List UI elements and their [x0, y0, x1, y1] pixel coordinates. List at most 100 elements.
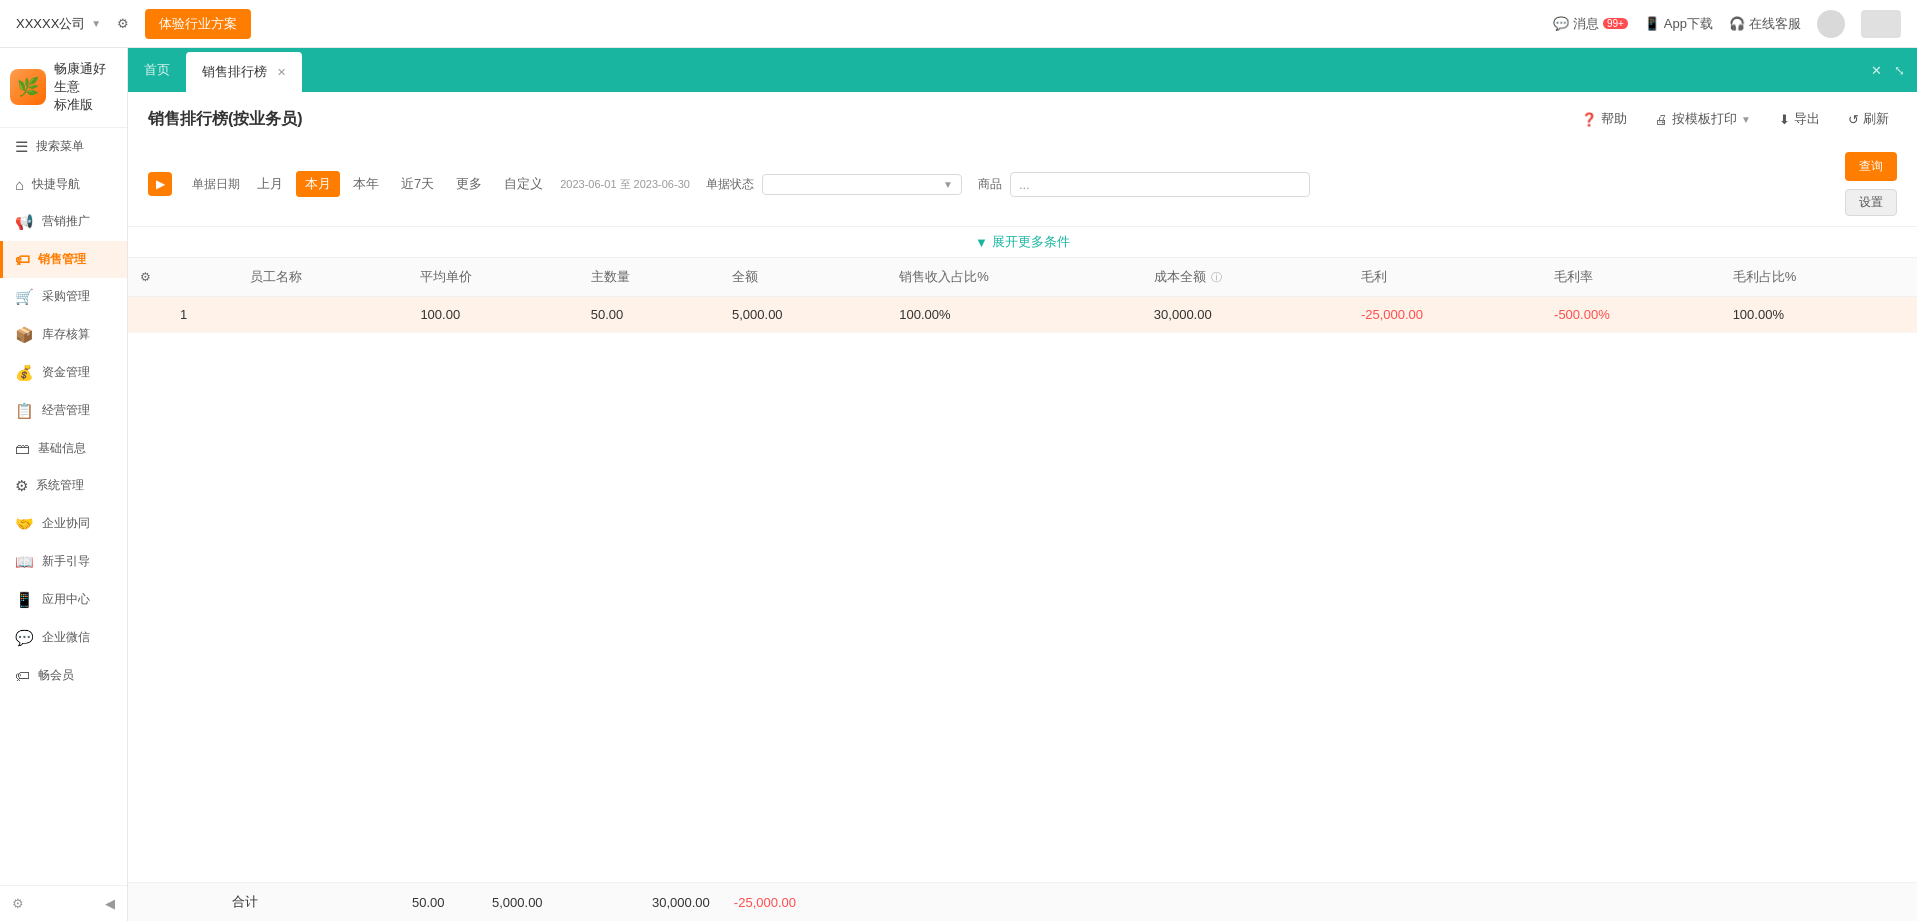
filter-date-item: 单据日期 上月 本月 本年 近7天 [192, 171, 690, 197]
date-tab-last-month[interactable]: 上月 [248, 171, 292, 197]
company-selector[interactable]: XXXXX公司 ▼ [16, 15, 101, 33]
cell-avg-price: 100.00 [408, 297, 578, 333]
marketing-icon: 📢 [15, 213, 34, 231]
filter-goods-item: 商品 ... [978, 172, 1310, 197]
cell-gross-rate: -500.00% [1542, 297, 1721, 333]
table-body: 1 100.00 50.00 5,000.00 100.00% 30,000.0… [128, 297, 1917, 333]
footer-cost: 30,000.00 [640, 895, 722, 910]
date-tab-this-year[interactable]: 本年 [344, 171, 388, 197]
sidebar-item-system-mgmt[interactable]: ⚙ 系统管理 [0, 467, 127, 505]
sidebar: 🌿 畅康通好生意 标准版 ☰ 搜索菜单 ⌂ 快捷导航 📢 营销推广 🏷 销售管理… [0, 48, 128, 921]
col-name: 员工名称 [238, 258, 408, 297]
cell-name [238, 297, 408, 333]
refresh-button[interactable]: ↺ 刷新 [1840, 106, 1897, 132]
query-button[interactable]: 查询 [1845, 152, 1897, 181]
cell-gross-pct: 100.00% [1721, 297, 1917, 333]
basic-info-icon: 🗃 [15, 440, 30, 457]
sidebar-item-basic-info[interactable]: 🗃 基础信息 [0, 430, 127, 467]
help-icon: ❓ [1581, 112, 1597, 127]
help-button[interactable]: ❓ 帮助 [1573, 106, 1635, 132]
app-center-icon: 📱 [15, 591, 34, 609]
sidebar-item-inventory[interactable]: 📦 库存核算 [0, 316, 127, 354]
page-actions: ❓ 帮助 🖨 按模板打印 ▼ ⬇ 导出 ↺ 刷新 [1573, 106, 1897, 132]
expand-row: ▼ 展开更多条件 [128, 227, 1917, 258]
sidebar-item-quick-nav[interactable]: ⌂ 快捷导航 [0, 166, 127, 203]
system-mgmt-icon: ⚙ [15, 477, 28, 495]
sidebar-item-purchase-mgmt[interactable]: 🛒 采购管理 [0, 278, 127, 316]
header-right: 💬 消息 99+ 📱 App下载 🎧 在线客服 [1553, 10, 1901, 38]
tab-close-all-icon[interactable]: ✕ [1871, 63, 1882, 78]
col-avg-price: 平均单价 [408, 258, 578, 297]
table-section: ⚙ 员工名称 平均单价 主数量 全额 销售收入占比% 成本全额 ⓘ [128, 258, 1917, 921]
member-icon: 🏷 [15, 667, 30, 684]
cell-main-qty: 50.00 [579, 297, 720, 333]
status-select[interactable]: ▼ [762, 174, 962, 195]
date-tab-7days[interactable]: 近7天 [392, 171, 443, 197]
tab-bar-right: ✕ ⤡ [1871, 63, 1917, 78]
trial-button[interactable]: 体验行业方案 [145, 9, 251, 39]
page-content: 销售排行榜(按业务员) ❓ 帮助 🖨 按模板打印 ▼ ⬇ 导出 [128, 92, 1917, 921]
message-icon: 💬 [1553, 16, 1569, 31]
sidebar-item-sales-mgmt[interactable]: 🏷 销售管理 [0, 241, 127, 278]
sidebar-item-search-order[interactable]: ☰ 搜索菜单 [0, 128, 127, 166]
expand-more-btn[interactable]: ▼ 展开更多条件 [975, 233, 1070, 251]
cell-sales-pct: 100.00% [887, 297, 1142, 333]
goods-filter-label: 商品 [978, 176, 1002, 193]
message-badge: 99+ [1603, 18, 1628, 29]
sidebar-item-fund-mgmt[interactable]: 💰 资金管理 [0, 354, 127, 392]
beginner-guide-icon: 📖 [15, 553, 34, 571]
date-tab-this-month[interactable]: 本月 [296, 171, 340, 197]
avatar[interactable] [1817, 10, 1845, 38]
cell-rank: 1 [168, 297, 238, 333]
print-button[interactable]: 🖨 按模板打印 ▼ [1647, 106, 1759, 132]
print-icon: 🖨 [1655, 112, 1668, 127]
tab-expand-icon[interactable]: ⤡ [1894, 63, 1905, 78]
status-chevron-icon: ▼ [943, 179, 953, 190]
online-service-item[interactable]: 🎧 在线客服 [1729, 15, 1801, 33]
col-cost: 成本全额 ⓘ [1142, 258, 1349, 297]
sidebar-item-ops-mgmt[interactable]: 📋 经营管理 [0, 392, 127, 430]
export-button[interactable]: ⬇ 导出 [1771, 106, 1828, 132]
sidebar-bottom: ⚙ ◀ [0, 885, 127, 921]
tab-close-icon[interactable]: ✕ [277, 66, 286, 79]
sidebar-collapse-icon[interactable]: ◀ [105, 896, 115, 911]
filter-row-main: ▶ 单据日期 上月 本月 本年 [148, 152, 1897, 216]
sidebar-settings-icon[interactable]: ⚙ [12, 896, 24, 911]
col-settings[interactable]: ⚙ [128, 258, 168, 297]
table-header-row: ⚙ 员工名称 平均单价 主数量 全额 销售收入占比% 成本全额 ⓘ [128, 258, 1917, 297]
fund-mgmt-icon: 💰 [15, 364, 34, 382]
cell-settings [128, 297, 168, 333]
footer-amount: 5,000.00 [480, 895, 560, 910]
settings-button[interactable]: 设置 [1845, 189, 1897, 216]
sidebar-item-member[interactable]: 🏷 畅会员 [0, 657, 127, 694]
sidebar-item-app-center[interactable]: 📱 应用中心 [0, 581, 127, 619]
footer-label: 合计 [220, 893, 320, 911]
date-tab-more[interactable]: 更多 [447, 171, 491, 197]
sidebar-item-marketing[interactable]: 📢 营销推广 [0, 203, 127, 241]
col-rank [168, 258, 238, 297]
cell-amount: 5,000.00 [720, 297, 887, 333]
user-name-placeholder [1861, 10, 1901, 38]
tab-sales-ranking[interactable]: 销售排行榜 ✕ [186, 52, 302, 92]
tab-home[interactable]: 首页 [128, 48, 186, 92]
message-label: 消息 [1573, 15, 1599, 33]
logo-icon: 🌿 [10, 69, 46, 105]
filter-status-item: 单据状态 ▼ [706, 174, 962, 195]
app-download-item[interactable]: 📱 App下载 [1644, 15, 1713, 33]
sidebar-item-enterprise-wechat[interactable]: 💬 企业微信 [0, 619, 127, 657]
expand-more-icon: ▼ [975, 235, 988, 250]
company-name: XXXXX公司 [16, 15, 85, 33]
sidebar-item-enterprise-collab[interactable]: 🤝 企业协同 [0, 505, 127, 543]
filter-section: ▶ 单据日期 上月 本月 本年 [128, 142, 1917, 227]
date-tab-custom[interactable]: 自定义 [495, 171, 552, 197]
tab-bar: 首页 销售排行榜 ✕ ✕ ⤡ [128, 48, 1917, 92]
phone-icon: 📱 [1644, 16, 1660, 31]
top-header: XXXXX公司 ▼ ⚙ 体验行业方案 💬 消息 99+ 📱 App下载 🎧 在线… [0, 0, 1917, 48]
filter-expand-arrow[interactable]: ▶ [148, 172, 172, 196]
page-title: 销售排行榜(按业务员) [148, 109, 303, 130]
message-item[interactable]: 💬 消息 99+ [1553, 15, 1628, 33]
sidebar-item-beginner-guide[interactable]: 📖 新手引导 [0, 543, 127, 581]
settings-icon[interactable]: ⚙ [109, 10, 137, 38]
goods-select[interactable]: ... [1010, 172, 1310, 197]
cost-info-icon[interactable]: ⓘ [1211, 271, 1222, 283]
